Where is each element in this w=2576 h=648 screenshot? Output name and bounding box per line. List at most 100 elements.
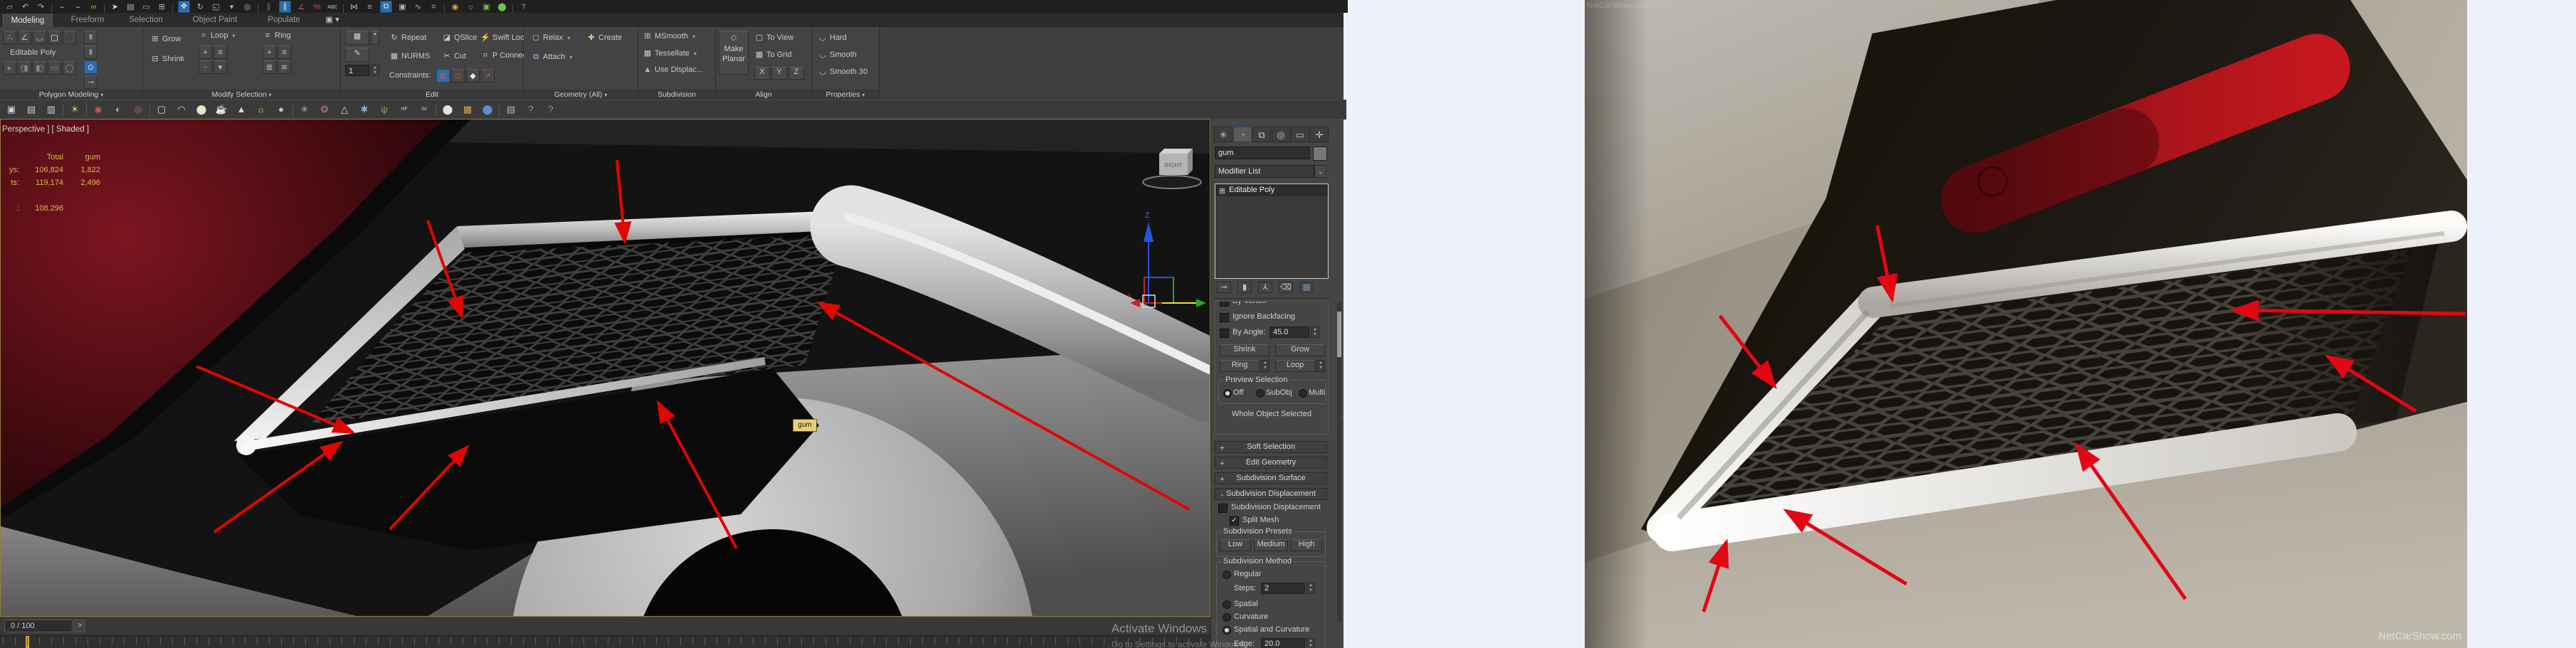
section-footer[interactable]: Geometry (All) ▾: [524, 90, 638, 100]
mirror-icon[interactable]: ⋈: [349, 2, 359, 13]
bind-spacewarp-icon[interactable]: ∞: [88, 2, 99, 13]
constraint-edge-icon[interactable]: ◇: [451, 69, 465, 83]
tab-selection[interactable]: Selection: [122, 13, 169, 27]
teapot-primitive-icon[interactable]: ☕: [213, 102, 230, 118]
sun-light-icon[interactable]: ☼: [253, 102, 270, 118]
white-sphere-icon[interactable]: ⬤: [439, 102, 456, 118]
rollout-subdivision-surface[interactable]: + Subdivision Surface: [1215, 472, 1327, 484]
link-icon[interactable]: ⌣: [57, 2, 68, 13]
select-scale-icon[interactable]: ◱: [211, 2, 221, 13]
by-angle-spinner[interactable]: ▴ ▾: [1311, 326, 1319, 338]
ring-button[interactable]: ≡ Ring: [263, 31, 291, 40]
help-circle-icon[interactable]: ?: [522, 102, 539, 118]
loop-button[interactable]: = Loop ▾: [199, 31, 236, 40]
edge-mode-icon[interactable]: ∠: [18, 31, 31, 44]
ring-button[interactable]: Ring: [1220, 360, 1260, 372]
derrick-icon[interactable]: △: [336, 102, 353, 118]
preview-multi-radio[interactable]: [1299, 389, 1307, 398]
percent-snap-icon[interactable]: %: [312, 2, 322, 13]
use-pivot-icon[interactable]: ◎: [242, 2, 253, 13]
scene-explorer-icon[interactable]: ▤: [23, 102, 40, 118]
plane-primitive-icon[interactable]: ▢: [153, 102, 170, 118]
pin-icon[interactable]: ⊸: [84, 75, 97, 89]
edit-iterations-field[interactable]: 1: [345, 65, 369, 76]
align-to-view-button[interactable]: ▢ To View: [754, 33, 794, 42]
material-editor-icon[interactable]: ◉: [450, 2, 460, 13]
subdivision-displacement-checkbox[interactable]: [1218, 504, 1228, 513]
snap-toggle-icon[interactable]: ∥: [263, 2, 274, 13]
notes-icon[interactable]: ▤: [502, 102, 519, 118]
loop-spinner[interactable]: ▴ ▾: [1316, 360, 1325, 372]
by-angle-field[interactable]: [1269, 326, 1309, 338]
render-setup-icon[interactable]: ☼: [465, 2, 476, 13]
rollout-edit-geometry[interactable]: + Edit Geometry: [1215, 457, 1327, 469]
ring-spinner[interactable]: ▴ ▾: [1261, 360, 1269, 372]
swift-loop-button[interactable]: ⚡ Swift Loop: [480, 33, 529, 42]
viewport-label[interactable]: Perspective ] [ Shaded ]: [2, 125, 89, 134]
tessellate-button[interactable]: ▦ Tessellate ▾: [643, 48, 697, 58]
configure-modifier-sets-icon[interactable]: ▤: [1299, 282, 1314, 293]
steps-spinner[interactable]: ▴ ▾: [1307, 583, 1315, 594]
split-mesh-checkbox[interactable]: ✓: [1230, 516, 1239, 526]
preserve-uvs-options-button[interactable]: ▾: [371, 31, 379, 45]
layer-manager-icon[interactable]: ⧉: [380, 1, 392, 13]
method-spatial-curvature-radio[interactable]: [1223, 626, 1231, 634]
geosphere-primitive-icon[interactable]: ●: [273, 102, 290, 118]
undo-icon[interactable]: ↶: [20, 2, 31, 13]
blue-sphere-icon[interactable]: ⬤: [479, 102, 496, 118]
light-falloff-icon[interactable]: ◐: [110, 102, 127, 118]
section-footer[interactable]: Polygon Modeling ▾: [0, 90, 142, 100]
stack-item-editable-poly[interactable]: + Editable Poly: [1215, 184, 1328, 196]
section-footer[interactable]: Edit: [341, 90, 523, 100]
viewport-canvas[interactable]: RIGHT Z x Perspective] [Shaded] Total…: [0, 119, 1210, 617]
select-object-icon[interactable]: ➤: [110, 2, 120, 13]
align-icon[interactable]: ≡: [364, 2, 375, 13]
tab-object-paint[interactable]: Object Paint: [184, 13, 246, 27]
new-scene-icon[interactable]: ▱: [4, 2, 15, 13]
tab-freeform[interactable]: Freeform: [64, 13, 111, 27]
unlink-icon[interactable]: ⌣: [73, 2, 83, 13]
tab-modify-icon[interactable]: ◔: [1233, 127, 1252, 142]
tab-populate[interactable]: Populate: [260, 13, 307, 27]
edit-iterations-spinner[interactable]: ▴ ▾: [371, 65, 379, 76]
object-color-swatch[interactable]: [1313, 147, 1327, 161]
grow-button[interactable]: ⊞ Grow: [150, 34, 181, 43]
preset-medium-button[interactable]: Medium: [1254, 539, 1288, 551]
schematic-view-icon[interactable]: ⌗: [428, 2, 439, 13]
select-similar-icon[interactable]: ◨: [18, 61, 31, 75]
by-angle-checkbox[interactable]: [1220, 329, 1229, 338]
show-cage-icon[interactable]: ⊙: [84, 60, 97, 74]
method-curvature-radio[interactable]: [1223, 613, 1231, 622]
graphite-toggle-icon[interactable]: ▣: [397, 2, 408, 13]
loop-shrink-icon[interactable]: ≡: [213, 46, 227, 59]
sphere-primitive-icon[interactable]: ⬤: [193, 102, 210, 118]
window-crossing-icon[interactable]: ⊞: [157, 2, 167, 13]
qslice-button[interactable]: ◪ QSlice: [442, 33, 477, 42]
hf-icon[interactable]: HF: [396, 102, 413, 118]
object-name-field[interactable]: [1215, 147, 1310, 159]
section-footer[interactable]: Properties ▾: [812, 90, 879, 100]
create-button[interactable]: ✚ Create: [586, 33, 622, 42]
modifier-list-arrow[interactable]: ⌄: [1314, 165, 1326, 178]
vertex-mode-icon[interactable]: ∴: [3, 31, 16, 44]
tweak-button[interactable]: ✎: [345, 48, 369, 62]
align-z-button[interactable]: Z: [788, 67, 804, 80]
ring-shrink-icon[interactable]: ≡: [278, 46, 291, 59]
property-explorer-icon[interactable]: ▥: [43, 102, 60, 118]
border-mode-icon[interactable]: ◡: [33, 31, 46, 44]
loop-button-panel[interactable]: Loop: [1275, 360, 1315, 372]
redo-icon[interactable]: ↷: [36, 2, 46, 13]
grow-loop-icon[interactable]: ▭: [48, 61, 61, 75]
rectangular-region-icon[interactable]: ▭: [141, 2, 152, 13]
select-by-name-icon[interactable]: ▤: [125, 2, 136, 13]
angle-snap-icon[interactable]: ∠: [296, 2, 307, 13]
section-footer[interactable]: Align: [716, 90, 811, 100]
select-rotate-icon[interactable]: ↻: [195, 2, 206, 13]
rollout-subdivision-displacement[interactable]: - Subdivision Displacement: [1215, 488, 1327, 500]
render-frame-icon[interactable]: ▣: [481, 2, 492, 13]
section-footer[interactable]: Modify Selection ▾: [143, 90, 340, 100]
particle-array-icon[interactable]: ✳: [296, 102, 313, 118]
panel-scrollbar-thumb[interactable]: [1337, 312, 1341, 357]
edge-spinner[interactable]: ▴ ▾: [1307, 638, 1315, 648]
preview-off-radio[interactable]: [1223, 389, 1232, 398]
